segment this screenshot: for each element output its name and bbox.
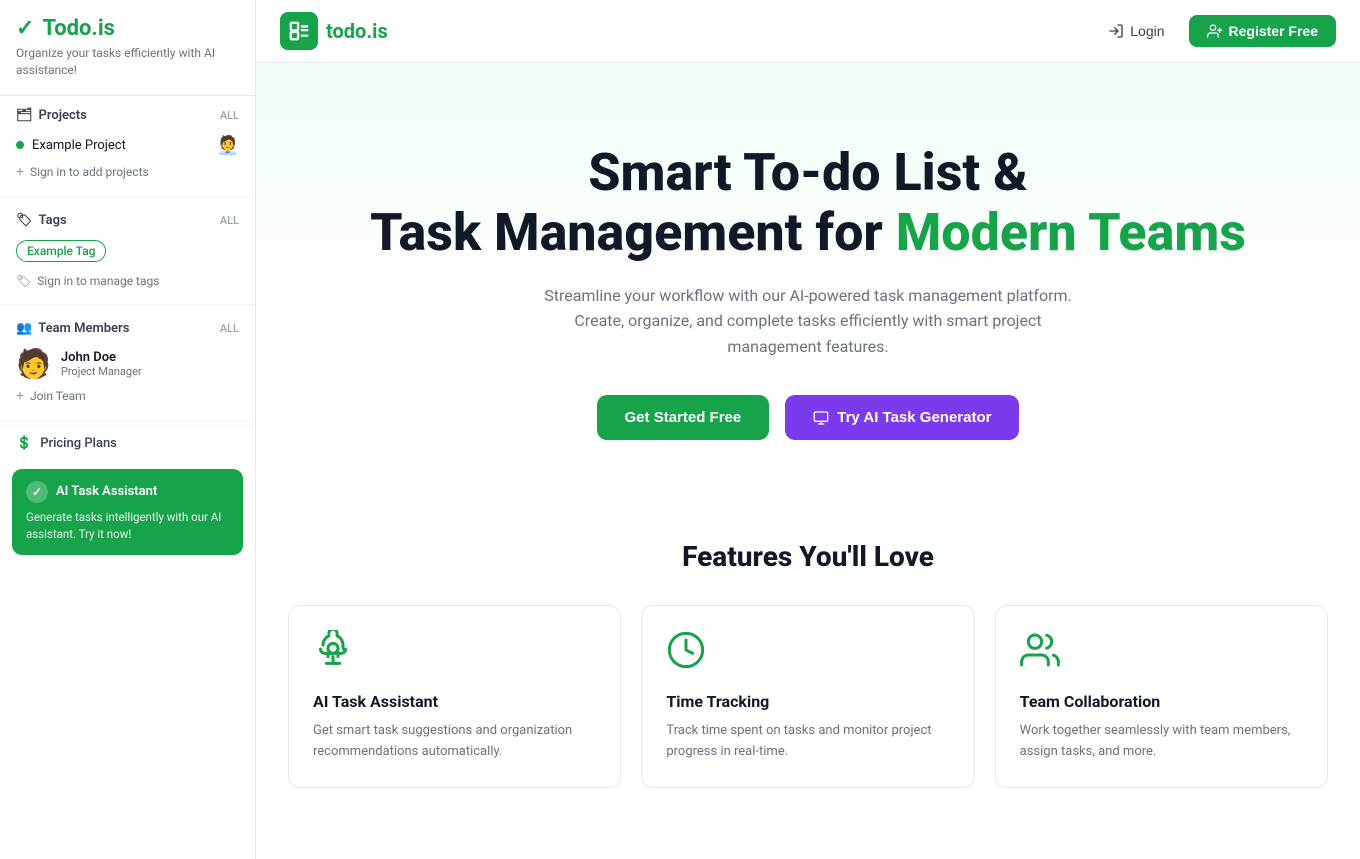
member-avatar: 🧑 [16, 350, 51, 378]
sidebar-tags-section: 🏷 Tags ALL Example Tag 🏷 Sign in to mana… [0, 201, 255, 300]
add-project-label: Sign in to add projects [30, 165, 149, 179]
sidebar-app-name: Todo.is [42, 16, 115, 41]
team-all-link[interactable]: ALL [220, 322, 239, 335]
tag-manage-icon: 🏷 [16, 274, 31, 288]
nav-logo-text: todo.is [326, 19, 388, 43]
feature-card-ai: AI Task Assistant Get smart task suggest… [288, 605, 621, 788]
nav-actions: Login Register Free [1096, 15, 1336, 47]
folder-icon: 🗂 [16, 108, 33, 123]
brain-icon [313, 630, 596, 678]
sidebar-projects-section: 🗂 Projects ALL Example Project 🧑‍💼 + Sig… [0, 96, 255, 192]
projects-header: 🗂 Projects ALL [16, 108, 239, 123]
add-project-item[interactable]: + Sign in to add projects [16, 160, 239, 184]
team-icon: 👥 [16, 321, 32, 336]
features-section: Features You'll Love [256, 500, 1360, 828]
features-title: Features You'll Love [288, 540, 1328, 573]
register-label: Register Free [1229, 23, 1318, 39]
hero-title-part2: Task Management for [370, 202, 896, 263]
login-label: Login [1130, 23, 1164, 39]
member-info: John Doe Project Manager [61, 350, 142, 378]
manage-tags-item[interactable]: 🏷 Sign in to manage tags [16, 270, 239, 292]
join-team-plus-icon: + [16, 388, 24, 404]
ai-generator-button[interactable]: Try AI Task Generator [785, 395, 1019, 440]
tag-chip-example[interactable]: Example Tag [16, 240, 106, 262]
nav-logo-is: .is [366, 19, 387, 43]
feature-card-team: Team Collaboration Work together seamles… [995, 605, 1328, 788]
ai-toast-title-text: AI Task Assistant [56, 484, 157, 499]
ai-card-title: AI Task Assistant [313, 692, 596, 711]
tag-icon: 🏷 [16, 213, 33, 228]
example-tag-chip[interactable]: Example Tag [16, 236, 239, 262]
team-section-title: 👥 Team Members [16, 321, 129, 336]
tags-all-link[interactable]: ALL [220, 214, 239, 227]
hero-title: Smart To-do List & Task Management for M… [296, 143, 1320, 263]
ai-card-desc: Get smart task suggestions and organizat… [313, 721, 596, 763]
top-nav: todo.is Login Register Free [256, 0, 1360, 63]
pricing-label: Pricing Plans [40, 436, 117, 451]
features-grid: AI Task Assistant Get smart task suggest… [288, 605, 1328, 788]
projects-all-link[interactable]: ALL [220, 109, 239, 122]
project-name: Example Project [32, 138, 126, 153]
nav-logo-icon [280, 12, 318, 50]
projects-section-title: 🗂 Projects [16, 108, 87, 123]
team-card-title: Team Collaboration [1020, 692, 1303, 711]
ai-task-assistant-toast[interactable]: ✓ AI Task Assistant Generate tasks intel… [12, 469, 243, 556]
divider-2 [0, 304, 255, 305]
dollar-icon: 💲 [16, 436, 32, 451]
main-content: todo.is Login Register Free [256, 0, 1360, 859]
divider-3 [0, 420, 255, 421]
sidebar-team-section: 👥 Team Members ALL 🧑 John Doe Project Ma… [0, 309, 255, 416]
plus-icon: + [16, 164, 24, 180]
check-icon: ✓ [16, 16, 34, 41]
hero-subtitle: Streamline your workflow with our AI-pow… [538, 283, 1078, 360]
sidebar-logo-title: ✓ Todo.is [16, 16, 239, 41]
member-item-john-doe[interactable]: 🧑 John Doe Project Manager [16, 344, 239, 384]
member-role: Project Manager [61, 365, 142, 378]
join-team-item[interactable]: + Join Team [16, 384, 239, 408]
pricing-plans-item[interactable]: 💲 Pricing Plans [0, 425, 255, 461]
time-card-desc: Track time spent on tasks and monitor pr… [666, 721, 949, 763]
ai-toast-body-text: Generate tasks intelligently with our AI… [26, 509, 229, 544]
sidebar-logo-area: ✓ Todo.is Organize your tasks efficientl… [0, 0, 255, 96]
register-button[interactable]: Register Free [1189, 15, 1336, 47]
join-team-label: Join Team [30, 389, 86, 403]
hero-title-accent: Modern Teams [896, 202, 1246, 263]
hero-buttons: Get Started Free Try AI Task Generator [296, 395, 1320, 440]
register-icon [1207, 23, 1223, 39]
hero-section: Smart To-do List & Task Management for M… [256, 63, 1360, 500]
member-name: John Doe [61, 350, 142, 365]
ai-toast-check-icon: ✓ [26, 481, 48, 503]
login-button[interactable]: Login [1096, 15, 1176, 47]
sidebar: ✓ Todo.is Organize your tasks efficientl… [0, 0, 256, 859]
ai-generator-label: Try AI Task Generator [837, 409, 991, 426]
project-avatar-emoji: 🧑‍💼 [217, 135, 239, 156]
time-card-title: Time Tracking [666, 692, 949, 711]
clock-icon [666, 630, 949, 678]
divider-1 [0, 196, 255, 197]
team-card-desc: Work together seamlessly with team membe… [1020, 721, 1303, 763]
login-icon [1108, 23, 1124, 39]
nav-logo-todo: todo [326, 19, 366, 43]
sidebar-tagline: Organize your tasks efficiently with AI … [16, 45, 239, 79]
ai-toast-title: ✓ AI Task Assistant [26, 481, 229, 503]
nav-logo: todo.is [280, 12, 388, 50]
hero-title-part1: Smart To-do List & [588, 142, 1027, 203]
tags-section-title: 🏷 Tags [16, 213, 67, 228]
team-collab-icon [1020, 630, 1303, 678]
project-item-example[interactable]: Example Project 🧑‍💼 [16, 131, 239, 160]
feature-card-time: Time Tracking Track time spent on tasks … [641, 605, 974, 788]
get-started-button[interactable]: Get Started Free [597, 395, 770, 440]
project-left: Example Project [16, 138, 126, 153]
team-header: 👥 Team Members ALL [16, 321, 239, 336]
ai-generator-icon [813, 410, 829, 426]
project-active-dot [16, 141, 24, 149]
tags-header: 🏷 Tags ALL [16, 213, 239, 228]
manage-tags-label: Sign in to manage tags [37, 274, 159, 288]
